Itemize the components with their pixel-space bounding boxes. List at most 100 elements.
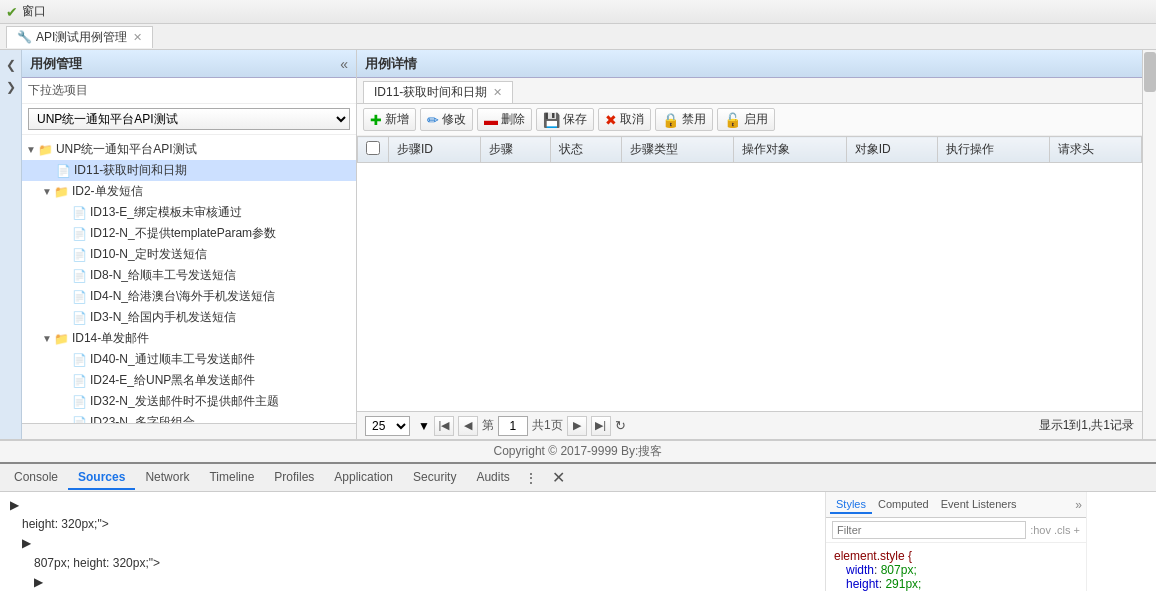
tree-item[interactable]: 📄ID8-N_给顺丰工号发送短信: [22, 265, 356, 286]
add-button[interactable]: ✚ 新增: [363, 108, 416, 131]
left-panel-header: 用例管理 «: [22, 50, 356, 78]
cancel-button[interactable]: ✖ 取消: [598, 108, 651, 131]
copyright-text: Copyright © 2017-9999 By:搜客: [494, 443, 663, 460]
col-stepid: 步骤ID: [389, 137, 481, 163]
expand-icon[interactable]: ▼: [42, 186, 52, 197]
detail-tab-label: ID11-获取时间和日期: [374, 84, 487, 101]
tree-item[interactable]: ▼📁ID14-单发邮件: [22, 328, 356, 349]
wrench-icon: 🔧: [17, 30, 32, 44]
save-button[interactable]: 💾 保存: [536, 108, 594, 131]
dr-tab-computed[interactable]: Computed: [872, 496, 935, 514]
devtools-tab-application[interactable]: Application: [324, 466, 403, 490]
tree-label: ID3-N_给国内手机发送短信: [90, 309, 236, 326]
devtools-tab-sources[interactable]: Sources: [68, 466, 135, 490]
left-panel-collapse-btn[interactable]: «: [340, 56, 348, 72]
detail-tab-close-icon[interactable]: ✕: [493, 86, 502, 99]
enable-icon: 🔓: [724, 112, 741, 128]
file-icon: 📄: [72, 227, 87, 241]
left-scroll-bar[interactable]: [22, 423, 356, 439]
tree-item[interactable]: 📄ID24-E_给UNP黑名单发送邮件: [22, 370, 356, 391]
tree-item[interactable]: 📄ID3-N_给国内手机发送短信: [22, 307, 356, 328]
dropdown-label: 下拉选项目: [28, 82, 88, 99]
top-bar-title: 窗口: [22, 3, 46, 20]
tree-item[interactable]: 📄ID4-N_给港澳台\海外手机发送短信: [22, 286, 356, 307]
code-line[interactable]: 807px; height: 320px;">: [8, 554, 817, 573]
code-line[interactable]: height: 320px;">: [8, 515, 817, 534]
col-status: 状态: [551, 137, 622, 163]
edit-icon: ✏: [427, 112, 439, 128]
devtools-right-tabs: StylesComputedEvent Listeners »: [826, 492, 1086, 518]
tree-item[interactable]: 📄ID12-N_不提供templateParam参数: [22, 223, 356, 244]
enable-button[interactable]: 🔓 启用: [717, 108, 775, 131]
first-page-btn[interactable]: |◀: [434, 416, 454, 436]
file-icon: 📄: [72, 353, 87, 367]
project-select[interactable]: UNP统一通知平台API测试: [28, 108, 350, 130]
tree-item[interactable]: 📄ID40-N_通过顺丰工号发送邮件: [22, 349, 356, 370]
file-icon: 📄: [72, 206, 87, 220]
devtools-tab-profiles[interactable]: Profiles: [264, 466, 324, 490]
file-icon: 📄: [56, 164, 71, 178]
right-panel-title: 用例详情: [365, 55, 417, 73]
devtools-more-btn[interactable]: ⋮: [520, 468, 542, 488]
edit-button[interactable]: ✏ 修改: [420, 108, 473, 131]
next-page-btn[interactable]: ▶: [567, 416, 587, 436]
file-icon: 📄: [72, 374, 87, 388]
devtools-close-btn[interactable]: ✕: [544, 468, 573, 487]
devtools-tab-console[interactable]: Console: [4, 466, 68, 490]
tree-item[interactable]: ▼📁UNP统一通知平台API测试: [22, 139, 356, 160]
data-table: 步骤ID 步骤 状态 步骤类型 操作对象 对象ID 执行操作 请求头: [357, 136, 1142, 163]
code-line[interactable]: ▶ …: [8, 573, 817, 591]
devtools-tab-timeline[interactable]: Timeline: [199, 466, 264, 490]
tree-label: ID8-N_给顺丰工号发送短信: [90, 267, 236, 284]
tree-container: ▼📁UNP统一通知平台API测试📄ID11-获取时间和日期▼📁ID2-单发短信📄…: [22, 135, 356, 423]
tree-item[interactable]: ▼📁ID2-单发短信: [22, 181, 356, 202]
page-input[interactable]: [498, 416, 528, 436]
dr-more-icon[interactable]: »: [1075, 498, 1082, 512]
devtools-code-panel[interactable]: ▶ height: 320px;">▶ 807px; height: 320px…: [0, 492, 826, 591]
disable-button[interactable]: 🔒 禁用: [655, 108, 713, 131]
tree-item[interactable]: 📄ID11-获取时间和日期: [22, 160, 356, 181]
filter-input[interactable]: [832, 521, 1026, 539]
tree-label: ID24-E_给UNP黑名单发送邮件: [90, 372, 255, 389]
tree-item[interactable]: 📄ID32-N_发送邮件时不提供邮件主题: [22, 391, 356, 412]
tab-close-icon[interactable]: ✕: [133, 31, 142, 44]
dr-tab-styles[interactable]: Styles: [830, 496, 872, 514]
tree-label: ID13-E_绑定模板未审核通过: [90, 204, 242, 221]
code-line[interactable]: ▶: [8, 534, 817, 553]
devtools-tab-network[interactable]: Network: [135, 466, 199, 490]
right-scrollbar[interactable]: [1142, 50, 1156, 439]
prev-page-btn[interactable]: ◀: [458, 416, 478, 436]
collapse-left-icon[interactable]: ❮: [6, 58, 16, 72]
refresh-btn[interactable]: ↻: [615, 418, 626, 433]
main-container: ❮ ❯ 用例管理 « 下拉选项目 UNP统一通知平台API测试 ▼📁UNP统一通…: [0, 50, 1156, 440]
main-tab-api[interactable]: 🔧 API测试用例管理 ✕: [6, 26, 153, 48]
tree-label: ID11-获取时间和日期: [74, 162, 187, 179]
page-size-select[interactable]: 25 10 50 100: [365, 416, 410, 436]
expand-left-icon[interactable]: ❯: [6, 80, 16, 94]
devtools-tab-security[interactable]: Security: [403, 466, 466, 490]
last-page-btn[interactable]: ▶|: [591, 416, 611, 436]
expand-icon[interactable]: ▼: [42, 333, 52, 344]
tree-label: ID40-N_通过顺丰工号发送邮件: [90, 351, 255, 368]
file-icon: 📄: [72, 416, 87, 424]
file-icon: 📄: [72, 269, 87, 283]
expand-icon[interactable]: ▼: [26, 144, 36, 155]
tree-item[interactable]: 📄ID13-E_绑定模板未审核通过: [22, 202, 356, 223]
main-tab-label: API测试用例管理: [36, 29, 127, 46]
select-all-checkbox[interactable]: [366, 141, 380, 155]
code-line[interactable]: ▶: [8, 496, 817, 515]
filter-hint: :hov .cls +: [1030, 524, 1080, 536]
tree-item[interactable]: 📄ID10-N_定时发送短信: [22, 244, 356, 265]
dr-tab-eventlisteners[interactable]: Event Listeners: [935, 496, 1023, 514]
tree-label: ID10-N_定时发送短信: [90, 246, 207, 263]
folder-icon: 📁: [54, 332, 69, 346]
devtools-tab-audits[interactable]: Audits: [466, 466, 519, 490]
tree-item[interactable]: 📄ID23-N_多字段组合: [22, 412, 356, 423]
scroll-thumb: [1144, 52, 1156, 92]
delete-button[interactable]: ▬ 删除: [477, 108, 532, 131]
left-panel-title: 用例管理: [30, 55, 82, 73]
styles-content: element.style {width: 807px;height: 291p…: [826, 543, 1086, 591]
project-select-row: UNP统一通知平台API测试: [22, 104, 356, 135]
detail-tab[interactable]: ID11-获取时间和日期 ✕: [363, 81, 513, 103]
tree-label: ID12-N_不提供templateParam参数: [90, 225, 276, 242]
